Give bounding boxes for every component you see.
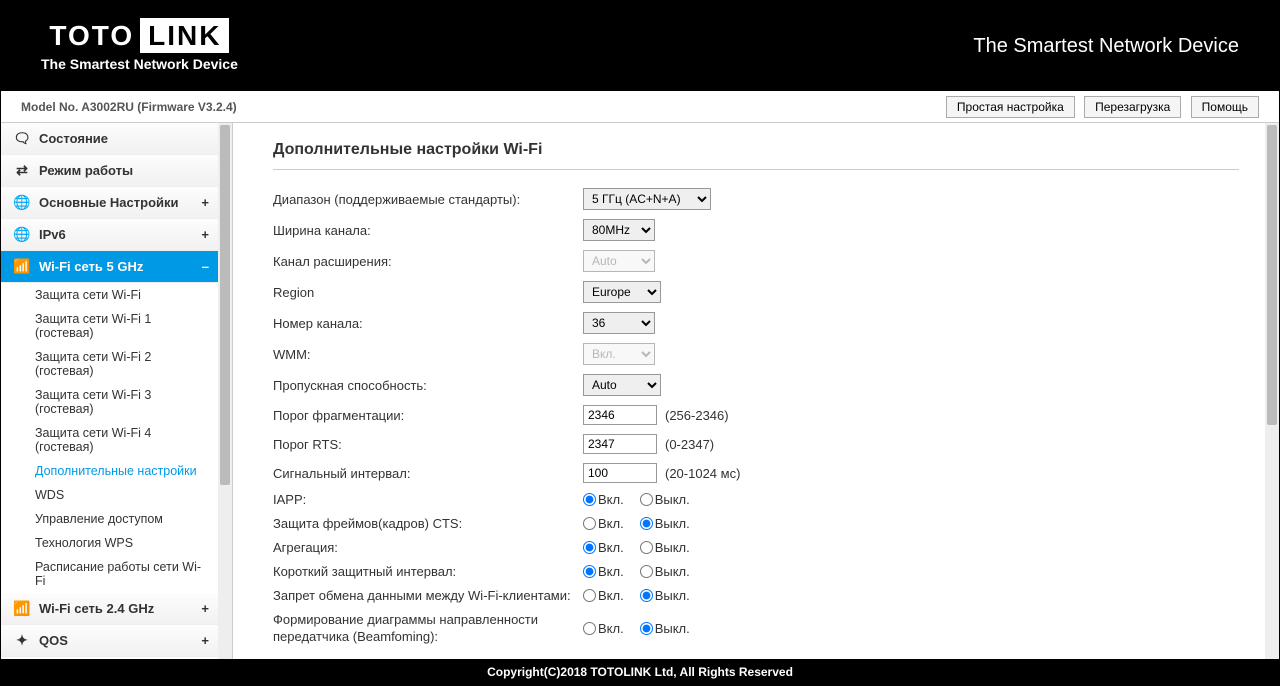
beamform-off[interactable]: Выкл. (640, 621, 690, 636)
iapp-label: IAPP: (273, 492, 583, 507)
menu-ipv6-label: IPv6 (39, 227, 66, 242)
header: TOTOLINK The Smartest Network Device The… (1, 1, 1279, 91)
menu-wifi5[interactable]: 📶 Wi-Fi сеть 5 GHz – (1, 251, 219, 283)
page-title: Дополнительные настройки Wi-Fi (273, 141, 1239, 170)
expand-icon: + (201, 633, 209, 648)
sidebar: 🗨 Состояние ⇄ Режим работы 🌐 Основные Настр… (1, 123, 233, 659)
expand-icon: + (201, 227, 209, 242)
beacon-hint: (20-1024 мс) (665, 466, 740, 481)
sub-wds[interactable]: WDS (1, 483, 219, 507)
sgi-off[interactable]: Выкл. (640, 564, 690, 579)
band-label: Диапазон (поддерживаемые стандарты): (273, 192, 583, 207)
wifi-icon: 📶 (13, 600, 31, 617)
cts-off[interactable]: Выкл. (640, 516, 690, 531)
aggr-label: Агрегация: (273, 540, 583, 555)
sub-guest3[interactable]: Защита сети Wi-Fi 3 (гостевая) (1, 383, 219, 421)
isolate-label: Запрет обмена данными между Wi-Fi-клиент… (273, 588, 583, 603)
expand-icon: + (201, 195, 209, 210)
menu-ipv6[interactable]: 🌐 IPv6 + (1, 219, 219, 251)
sub-wps[interactable]: Технология WPS (1, 531, 219, 555)
menu-firewall[interactable]: 🔒Межсетевой экран+ (1, 657, 219, 659)
beacon-input[interactable] (583, 463, 657, 483)
content: Дополнительные настройки Wi-Fi Диапазон … (233, 123, 1279, 659)
menu-qos[interactable]: ✦ QOS + (1, 625, 219, 657)
sub-guest1[interactable]: Защита сети Wi-Fi 1 (гостевая) (1, 307, 219, 345)
sidebar-scrollbar[interactable] (218, 123, 232, 659)
beamform-on[interactable]: Вкл. (583, 621, 624, 636)
rts-label: Порог RTS: (273, 437, 583, 452)
menu-wifi24-label: Wi-Fi сеть 2.4 GHz (39, 601, 154, 616)
cts-label: Защита фреймов(кадров) CTS: (273, 516, 583, 531)
datarate-label: Пропускная способность: (273, 378, 583, 393)
frag-label: Порог фрагментации: (273, 408, 583, 423)
help-button[interactable]: Помощь (1191, 96, 1259, 118)
cts-on[interactable]: Вкл. (583, 516, 624, 531)
aggr-off[interactable]: Выкл. (640, 540, 690, 555)
sgi-label: Короткий защитный интервал: (273, 564, 583, 579)
iapp-off[interactable]: Выкл. (640, 492, 690, 507)
menu-wifi5-label: Wi-Fi сеть 5 GHz (39, 259, 143, 274)
frag-hint: (256-2346) (665, 408, 729, 423)
sub-advanced[interactable]: Дополнительные настройки (1, 459, 219, 483)
globe-icon: 🌐 (13, 226, 31, 243)
frag-input[interactable] (583, 405, 657, 425)
sub-guest4[interactable]: Защита сети Wi-Fi 4 (гостевая) (1, 421, 219, 459)
sub-guest2[interactable]: Защита сети Wi-Fi 2 (гостевая) (1, 345, 219, 383)
logo-block: TOTOLINK The Smartest Network Device (41, 20, 238, 72)
content-scroll-thumb[interactable] (1267, 125, 1277, 425)
qos-icon: ✦ (13, 632, 31, 649)
wifi-icon: 📶 (13, 258, 31, 275)
sgi-on[interactable]: Вкл. (583, 564, 624, 579)
brand-slogan: The Smartest Network Device (973, 35, 1239, 58)
menu-opmode-label: Режим работы (39, 163, 133, 178)
menu-opmode[interactable]: ⇄ Режим работы (1, 155, 219, 187)
beacon-label: Сигнальный интервал: (273, 466, 583, 481)
ext-channel-label: Канал расширения: (273, 254, 583, 269)
rts-input[interactable] (583, 434, 657, 454)
brand-name-1: TOTO (49, 20, 134, 51)
status-icon: 🗨 (13, 130, 31, 147)
menu-basic-label: Основные Настройки (39, 195, 179, 210)
reboot-button[interactable]: Перезагрузка (1084, 96, 1181, 118)
menu-wifi24[interactable]: 📶 Wi-Fi сеть 2.4 GHz + (1, 593, 219, 625)
channel-label: Номер канала: (273, 316, 583, 331)
collapse-icon: – (202, 259, 209, 274)
sidebar-scroll-thumb[interactable] (220, 125, 230, 485)
simple-setup-button[interactable]: Простая настройка (946, 96, 1075, 118)
sub-security[interactable]: Защита сети Wi-Fi (1, 283, 219, 307)
globe-icon: 🌐 (13, 194, 31, 211)
region-label: Region (273, 285, 583, 300)
menu-status[interactable]: 🗨 Состояние (1, 123, 219, 155)
menu-status-label: Состояние (39, 131, 108, 146)
ext-channel-select: Auto (583, 250, 655, 272)
content-scrollbar[interactable] (1265, 123, 1279, 659)
region-select[interactable]: Europe (583, 281, 661, 303)
menu-qos-label: QOS (39, 633, 68, 648)
iapp-on[interactable]: Вкл. (583, 492, 624, 507)
opmode-icon: ⇄ (13, 162, 31, 179)
isolate-on[interactable]: Вкл. (583, 588, 624, 603)
channel-width-label: Ширина канала: (273, 223, 583, 238)
brand-sub: The Smartest Network Device (41, 56, 238, 72)
brand-logo: TOTOLINK (49, 20, 229, 52)
brand-name-2: LINK (140, 18, 229, 53)
beamform-label: Формирование диаграммы направленности пе… (273, 612, 583, 646)
model-label: Model No. A3002RU (Firmware V3.2.4) (21, 100, 237, 114)
expand-icon: + (201, 601, 209, 616)
datarate-select[interactable]: Auto (583, 374, 661, 396)
menu-basic[interactable]: 🌐 Основные Настройки + (1, 187, 219, 219)
sub-access[interactable]: Управление доступом (1, 507, 219, 531)
aggr-on[interactable]: Вкл. (583, 540, 624, 555)
wmm-select: Вкл. (583, 343, 655, 365)
channel-select[interactable]: 36 (583, 312, 655, 334)
rts-hint: (0-2347) (665, 437, 714, 452)
sub-schedule[interactable]: Расписание работы сети Wi-Fi (1, 555, 219, 593)
topbar: Model No. A3002RU (Firmware V3.2.4) Прос… (1, 91, 1279, 123)
band-select[interactable]: 5 ГГц (AC+N+A) (583, 188, 711, 210)
isolate-off[interactable]: Выкл. (640, 588, 690, 603)
wmm-label: WMM: (273, 347, 583, 362)
footer: Copyright(C)2018 TOTOLINK Ltd, All Right… (1, 659, 1279, 685)
top-buttons: Простая настройка Перезагрузка Помощь (940, 96, 1259, 118)
channel-width-select[interactable]: 80MHz (583, 219, 655, 241)
